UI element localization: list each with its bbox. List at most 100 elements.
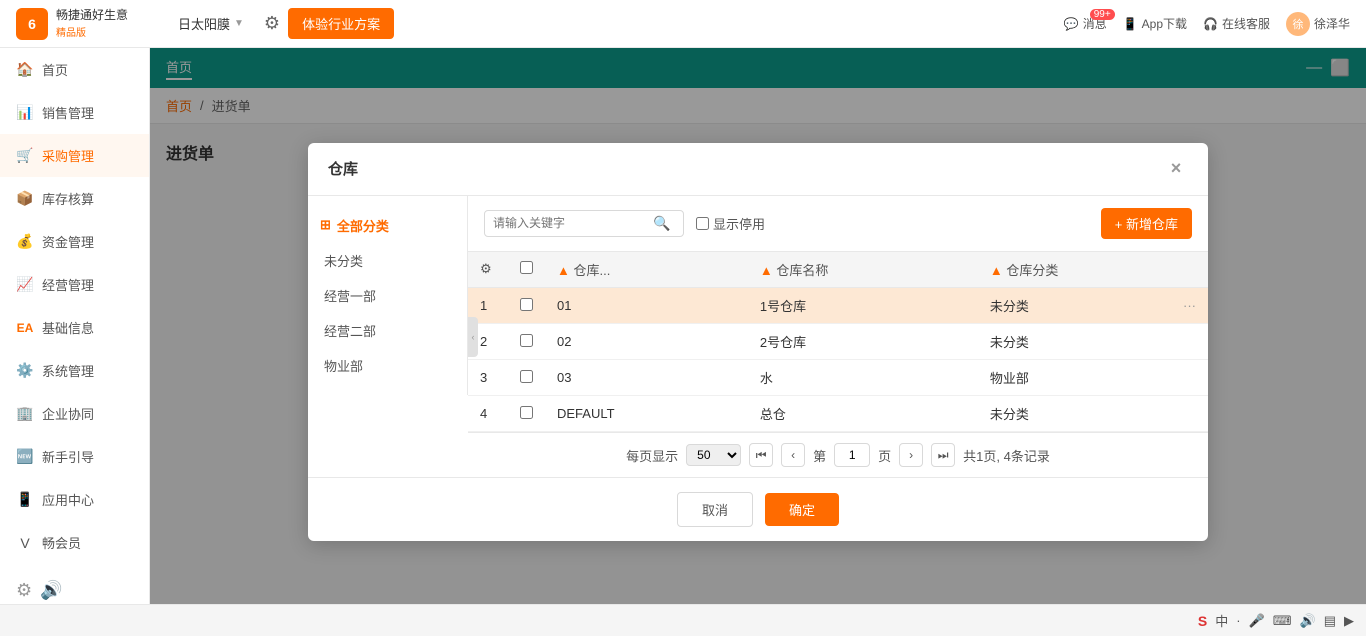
sidebar-item-enterprise[interactable]: 🏢 企业协同 bbox=[0, 392, 149, 435]
collapse-chevron-icon: ‹ bbox=[472, 332, 475, 342]
logo-text-area: 畅捷通好生意 精品版 bbox=[56, 8, 128, 39]
top-header: 6 畅捷通好生意 精品版 日太阳膜 ▼ ⚙ 体验行业方案 💬 消息 99+ 📱 … bbox=[0, 0, 1366, 48]
row-code: 01 bbox=[545, 287, 748, 324]
row-category: 未分类 ··· bbox=[978, 288, 1208, 324]
category-item-0[interactable]: 未分类 bbox=[308, 243, 467, 278]
row-name: 1号仓库 bbox=[748, 287, 978, 324]
row-index: 4 bbox=[468, 396, 508, 432]
store-name: 日太阳膜 bbox=[178, 14, 230, 33]
sidebar-label-appcenter: 应用中心 bbox=[42, 490, 94, 509]
page-input[interactable] bbox=[834, 443, 870, 467]
purchase-icon: 🛒 bbox=[16, 147, 34, 165]
row-code: 02 bbox=[545, 324, 748, 360]
modal-close-button[interactable]: × bbox=[1164, 157, 1188, 181]
row-name: 2号仓库 bbox=[748, 324, 978, 360]
row-checkbox-cell bbox=[508, 324, 545, 360]
sidebar-item-operation[interactable]: 📈 经营管理 bbox=[0, 263, 149, 306]
sidebar-label-enterprise: 企业协同 bbox=[42, 404, 94, 423]
first-page-button[interactable]: ⏮ bbox=[749, 443, 773, 467]
gear-settings-icon[interactable]: ⚙ bbox=[264, 13, 280, 34]
row-category: 未分类 bbox=[978, 324, 1208, 360]
mic-icon[interactable]: 🎤 bbox=[1249, 613, 1265, 629]
online-service-item[interactable]: 🎧 在线客服 bbox=[1203, 15, 1270, 32]
operation-icon: 📈 bbox=[16, 276, 34, 294]
store-arrow-icon: ▼ bbox=[234, 18, 244, 29]
sidebar-label-basic: 基础信息 bbox=[42, 318, 94, 337]
row-checkbox[interactable] bbox=[520, 334, 533, 347]
try-industry-button[interactable]: 体验行业方案 bbox=[288, 8, 394, 39]
category-collapse-button[interactable]: ‹ bbox=[468, 317, 478, 357]
th-name: ▲ 仓库名称 bbox=[748, 252, 978, 288]
category-all[interactable]: ⊞ 全部分类 bbox=[308, 208, 467, 243]
notification-item[interactable]: 💬 消息 99+ bbox=[1064, 15, 1107, 32]
category-item-1[interactable]: 经营一部 bbox=[308, 278, 467, 313]
table-row: 1 01 1号仓库 未分类 ··· bbox=[468, 287, 1208, 324]
row-name: 水 bbox=[748, 360, 978, 396]
search-box: 🔍 bbox=[484, 210, 684, 237]
category-all-label: 全部分类 bbox=[337, 216, 389, 235]
sidebar-label-sales: 销售管理 bbox=[42, 103, 94, 122]
row-name: 总仓 bbox=[748, 396, 978, 432]
speaker-icon[interactable]: 🔊 bbox=[1300, 613, 1316, 629]
store-selector[interactable]: 日太阳膜 ▼ bbox=[166, 14, 256, 33]
avatar: 徐 bbox=[1286, 12, 1310, 36]
sidebar-item-home[interactable]: 🏠 首页 bbox=[0, 48, 149, 91]
sidebar-item-member[interactable]: V 畅会员 bbox=[0, 521, 149, 564]
row-actions-icon[interactable]: ··· bbox=[1183, 298, 1196, 313]
search-input[interactable] bbox=[493, 216, 653, 230]
guide-icon: 🆕 bbox=[16, 448, 34, 466]
row-checkbox[interactable] bbox=[520, 406, 533, 419]
system-icon: ⚙️ bbox=[16, 362, 34, 380]
modal-body: ⊞ 全部分类 未分类 经营一部 经营二部 物业部 ‹ bbox=[308, 196, 1208, 478]
sidebar-label-purchase: 采购管理 bbox=[42, 146, 94, 165]
sort-icon: ▲ bbox=[557, 263, 570, 278]
sound-bottom-icon[interactable]: 🔊 bbox=[40, 580, 62, 601]
sidebar-item-purchase[interactable]: 🛒 采购管理 bbox=[0, 134, 149, 177]
next-page-button[interactable]: › bbox=[899, 443, 923, 467]
finance-icon: 💰 bbox=[16, 233, 34, 251]
add-warehouse-button[interactable]: + 新增仓库 bbox=[1101, 208, 1192, 239]
sidebar-item-inventory[interactable]: 📦 库存核算 bbox=[0, 177, 149, 220]
app-download-item[interactable]: 📱 App下载 bbox=[1123, 15, 1187, 32]
play-icon[interactable]: ▶ bbox=[1344, 613, 1354, 629]
settings-bottom-icon[interactable]: ⚙ bbox=[16, 580, 32, 601]
row-code: DEFAULT bbox=[545, 396, 748, 432]
last-page-button[interactable]: ⏭ bbox=[931, 443, 955, 467]
sidebar-label-member: 畅会员 bbox=[42, 533, 81, 552]
category-item-2[interactable]: 经营二部 bbox=[308, 313, 467, 348]
show-disabled-checkbox[interactable] bbox=[696, 217, 709, 230]
select-all-checkbox[interactable] bbox=[520, 261, 533, 274]
row-checkbox[interactable] bbox=[520, 298, 533, 311]
page-size-select[interactable]: 50 10 20 100 bbox=[686, 444, 741, 466]
sidebar-item-finance[interactable]: 💰 资金管理 bbox=[0, 220, 149, 263]
user-item[interactable]: 徐 徐泽华 bbox=[1286, 12, 1350, 36]
sidebar-item-appcenter[interactable]: 📱 应用中心 bbox=[0, 478, 149, 521]
enterprise-icon: 🏢 bbox=[16, 405, 34, 423]
table-scroll: ⚙ ▲ 仓库... ▲ 仓库名称 bbox=[468, 252, 1208, 433]
bottom-status-bar: S 中 · 🎤 ⌨ 🔊 ▤ ▶ bbox=[0, 604, 1366, 636]
zh-input-icon[interactable]: 中 bbox=[1215, 611, 1228, 630]
prev-page-button[interactable]: ‹ bbox=[781, 443, 805, 467]
row-checkbox[interactable] bbox=[520, 370, 533, 383]
gear-col-icon[interactable]: ⚙ bbox=[480, 261, 492, 276]
cancel-button[interactable]: 取消 bbox=[677, 492, 753, 527]
grid-icon[interactable]: ▤ bbox=[1324, 613, 1336, 629]
sidebar-item-guide[interactable]: 🆕 新手引导 bbox=[0, 435, 149, 478]
keyboard-icon[interactable]: ⌨ bbox=[1273, 613, 1292, 629]
sidebar-item-sales[interactable]: 📊 销售管理 bbox=[0, 91, 149, 134]
row-index: 3 bbox=[468, 360, 508, 396]
table-area: 🔍 显示停用 + 新增仓库 bbox=[468, 196, 1208, 478]
sidebar-item-basic[interactable]: EA 基础信息 bbox=[0, 306, 149, 349]
table-row: 4 DEFAULT 总仓 未分类 bbox=[468, 396, 1208, 432]
app-icon: 📱 bbox=[1123, 17, 1138, 31]
sidebar-label-guide: 新手引导 bbox=[42, 447, 94, 466]
confirm-button[interactable]: 确定 bbox=[765, 493, 839, 526]
sales-icon: 📊 bbox=[16, 104, 34, 122]
search-icon[interactable]: 🔍 bbox=[653, 215, 670, 232]
row-code: 03 bbox=[545, 360, 748, 396]
main-layout: 🏠 首页 📊 销售管理 🛒 采购管理 📦 库存核算 💰 资金管理 📈 经营管理 … bbox=[0, 48, 1366, 636]
member-icon: V bbox=[16, 534, 34, 552]
sidebar-item-system[interactable]: ⚙️ 系统管理 bbox=[0, 349, 149, 392]
table-row: 2 02 2号仓库 未分类 bbox=[468, 324, 1208, 360]
category-item-3[interactable]: 物业部 bbox=[308, 348, 467, 383]
